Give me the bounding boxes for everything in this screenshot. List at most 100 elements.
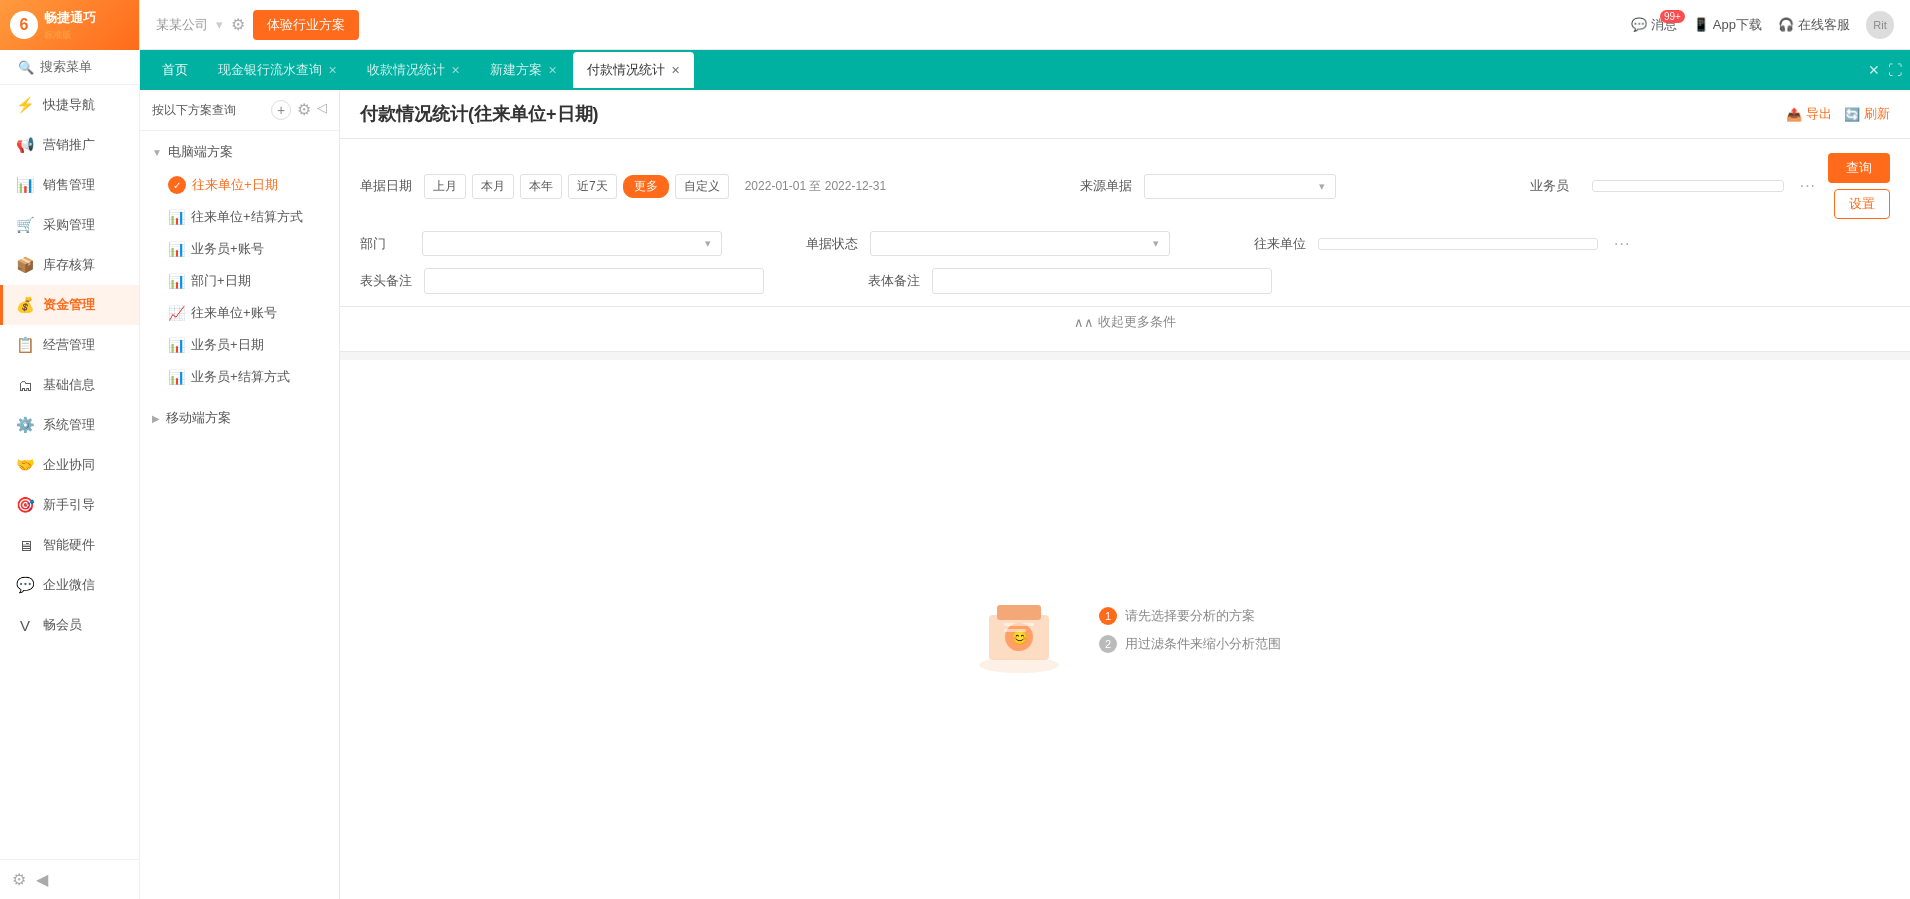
plan-item-dept-date[interactable]: 📊部门+日期 <box>140 265 339 297</box>
table-body-note-input[interactable] <box>932 268 1272 294</box>
tab-label-payment-stats: 付款情况统计 <box>587 61 665 79</box>
sidebar-footer: ⚙ ◀ <box>0 859 139 899</box>
plan-item-label-counterpart-date: 往来单位+日期 <box>192 176 278 194</box>
tab-bank-flow[interactable]: 现金银行流水查询 ✕ <box>204 52 351 88</box>
salesperson-more-btn[interactable]: ··· <box>1800 177 1816 195</box>
sidebar-item-enterprise[interactable]: 🤝企业协同 <box>0 445 139 485</box>
counterpart-label: 往来单位 <box>1254 235 1306 253</box>
plan-section-title-desktop[interactable]: ▼电脑端方案 <box>140 135 339 169</box>
tab-close-receipt-stats[interactable]: ✕ <box>451 64 460 77</box>
sidebar-item-member[interactable]: V畅会员 <box>0 605 139 645</box>
dept-select[interactable]: ▾ <box>422 231 722 256</box>
sidebar-label-operations: 经营管理 <box>43 336 95 354</box>
export-icon: 📤 <box>1786 107 1802 122</box>
app-download-item[interactable]: 📱 App下载 <box>1693 16 1762 34</box>
tab-label-bank-flow: 现金银行流水查询 <box>218 61 322 79</box>
doc-status-select[interactable]: ▾ <box>870 231 1170 256</box>
sidebar-label-guide: 新手引导 <box>43 496 95 514</box>
tab-new-plan[interactable]: 新建方案✕ <box>476 52 571 88</box>
more-btn[interactable]: 更多 <box>623 175 669 198</box>
plan-item-salesperson-settlement[interactable]: 📊业务员+结算方式 <box>140 361 339 393</box>
query-button[interactable]: 查询 <box>1828 153 1890 183</box>
dept-chevron: ▾ <box>705 237 711 250</box>
date-label: 单据日期 <box>360 177 412 195</box>
sidebar-icon-sales: 📊 <box>15 175 35 195</box>
salesperson-select[interactable] <box>1592 180 1784 192</box>
last-7-days-btn[interactable]: 近7天 <box>568 174 617 199</box>
plan-item-salesperson-date[interactable]: 📊业务员+日期 <box>140 329 339 361</box>
top-header: 某某公司 ▾ ⚙ 体验行业方案 💬 消息 99+ 📱 App下载 🎧 在线客服 … <box>140 0 1910 50</box>
download-icon: 📱 <box>1693 17 1709 32</box>
sidebar-icon-operations: 📋 <box>15 335 35 355</box>
counterpart-more-btn[interactable]: ··· <box>1614 235 1630 253</box>
filter-row-2: 部门 ▾ 单据状态 ▾ 往来单位 ·· <box>360 231 1890 256</box>
tab-close-payment-stats[interactable]: ✕ <box>671 64 680 77</box>
content-area: 按以下方案查询 + ⚙ ◁ ▼电脑端方案✓往来单位+日期📊往来单位+结算方式📊业… <box>140 90 1910 899</box>
plan-item-counterpart-settlement[interactable]: 📊往来单位+结算方式 <box>140 201 339 233</box>
search-menu[interactable]: 🔍 搜索菜单 <box>0 50 139 85</box>
step1-num: 1 <box>1099 607 1117 625</box>
this-year-btn[interactable]: 本年 <box>520 174 562 199</box>
add-plan-icon[interactable]: + <box>271 100 291 120</box>
custom-btn[interactable]: 自定义 <box>675 174 729 199</box>
settings-filter-button[interactable]: 设置 <box>1834 189 1890 219</box>
header-left: 某某公司 ▾ ⚙ 体验行业方案 <box>156 10 1619 40</box>
sidebar-label-marketing: 营销推广 <box>43 136 95 154</box>
maximize-icon[interactable]: ⛶ <box>1888 62 1902 78</box>
last-month-btn[interactable]: 上月 <box>424 174 466 199</box>
sidebar-item-sales[interactable]: 📊销售管理 <box>0 165 139 205</box>
sidebar-item-purchase[interactable]: 🛒采购管理 <box>0 205 139 245</box>
refresh-button[interactable]: 🔄 刷新 <box>1844 105 1890 123</box>
online-service-item[interactable]: 🎧 在线客服 <box>1778 16 1850 34</box>
filter-area: 单据日期 上月 本月 本年 近7天 更多 自定义 2022-01-01 至 20… <box>340 139 1910 352</box>
footer-collapse-icon[interactable]: ◀ <box>36 870 48 889</box>
table-header-note-input[interactable] <box>424 268 764 294</box>
tab-receipt-stats[interactable]: 收款情况统计✕ <box>353 52 474 88</box>
user-avatar[interactable]: Rit <box>1866 11 1894 39</box>
export-button[interactable]: 📤 导出 <box>1786 105 1832 123</box>
header-settings-icon[interactable]: ⚙ <box>231 15 245 34</box>
tab-home[interactable]: 首页 <box>148 52 202 88</box>
sidebar-item-hardware[interactable]: 🖥智能硬件 <box>0 525 139 565</box>
plan-item-counterpart-account[interactable]: 📈往来单位+账号 <box>140 297 339 329</box>
plan-section-desktop: ▼电脑端方案✓往来单位+日期📊往来单位+结算方式📊业务员+账号📊部门+日期📈往来… <box>140 131 339 397</box>
sidebar-item-wechat[interactable]: 💬企业微信 <box>0 565 139 605</box>
message-badge: 99+ <box>1660 10 1685 23</box>
sidebar-item-marketing[interactable]: 📢营销推广 <box>0 125 139 165</box>
sidebar-item-system[interactable]: ⚙️系统管理 <box>0 405 139 445</box>
collapse-icon: ∧∧ <box>1074 315 1094 330</box>
salesperson-label: 业务员 <box>1530 177 1580 195</box>
arrow-mobile: ▶ <box>152 413 160 424</box>
tab-payment-stats[interactable]: 付款情况统计 ✕ <box>573 52 694 88</box>
empty-state: 😊 1 请先选择要分析的方案 2 用过滤条件来缩小分析范围 <box>340 360 1910 899</box>
this-month-btn[interactable]: 本月 <box>472 174 514 199</box>
sidebar-icon-system: ⚙️ <box>15 415 35 435</box>
sidebar-item-basic-info[interactable]: 🗂 基础信息 <box>0 365 139 405</box>
tab-label-home: 首页 <box>162 61 188 79</box>
plan-item-salesperson-account[interactable]: 📊业务员+账号 <box>140 233 339 265</box>
message-item[interactable]: 💬 消息 99+ <box>1631 16 1677 34</box>
footer-settings-icon[interactable]: ⚙ <box>12 870 26 889</box>
sidebar-item-guide[interactable]: 🎯新手引导 <box>0 485 139 525</box>
sidebar-item-capital[interactable]: 💰资金管理 <box>0 285 139 325</box>
date-options: 上月 本月 本年 近7天 更多 自定义 <box>424 174 729 199</box>
close-all-icon[interactable]: ✕ <box>1868 62 1880 78</box>
sidebar-item-operations[interactable]: 📋 经营管理 <box>0 325 139 365</box>
tab-close-new-plan[interactable]: ✕ <box>548 64 557 77</box>
sidebar-item-inventory[interactable]: 📦库存核算 <box>0 245 139 285</box>
sidebar-icon-inventory: 📦 <box>15 255 35 275</box>
refresh-icon: 🔄 <box>1844 107 1860 122</box>
sidebar-icon-basic-info: 🗂 <box>15 375 35 395</box>
counterpart-select[interactable] <box>1318 238 1598 250</box>
sidebar-label-basic-info: 基础信息 <box>43 376 95 394</box>
plan-settings-icon[interactable]: ⚙ <box>297 100 311 120</box>
sidebar-item-quick-nav[interactable]: ⚡快捷导航 <box>0 85 139 125</box>
plan-item-counterpart-date[interactable]: ✓往来单位+日期 <box>140 169 339 201</box>
plan-section-title-mobile[interactable]: ▶移动端方案 <box>140 401 339 435</box>
left-panel-collapse-icon[interactable]: ◁ <box>317 100 327 120</box>
sidebar: 6 畅捷通巧 标准版 🔍 搜索菜单 ⚡快捷导航📢营销推广📊销售管理🛒采购管理📦库… <box>0 0 140 899</box>
trial-button[interactable]: 体验行业方案 <box>253 10 359 40</box>
tab-close-bank-flow[interactable]: ✕ <box>328 64 337 77</box>
source-doc-select[interactable]: ▾ <box>1144 174 1336 199</box>
collapse-conditions-btn[interactable]: ∧∧ 收起更多条件 <box>340 306 1910 337</box>
